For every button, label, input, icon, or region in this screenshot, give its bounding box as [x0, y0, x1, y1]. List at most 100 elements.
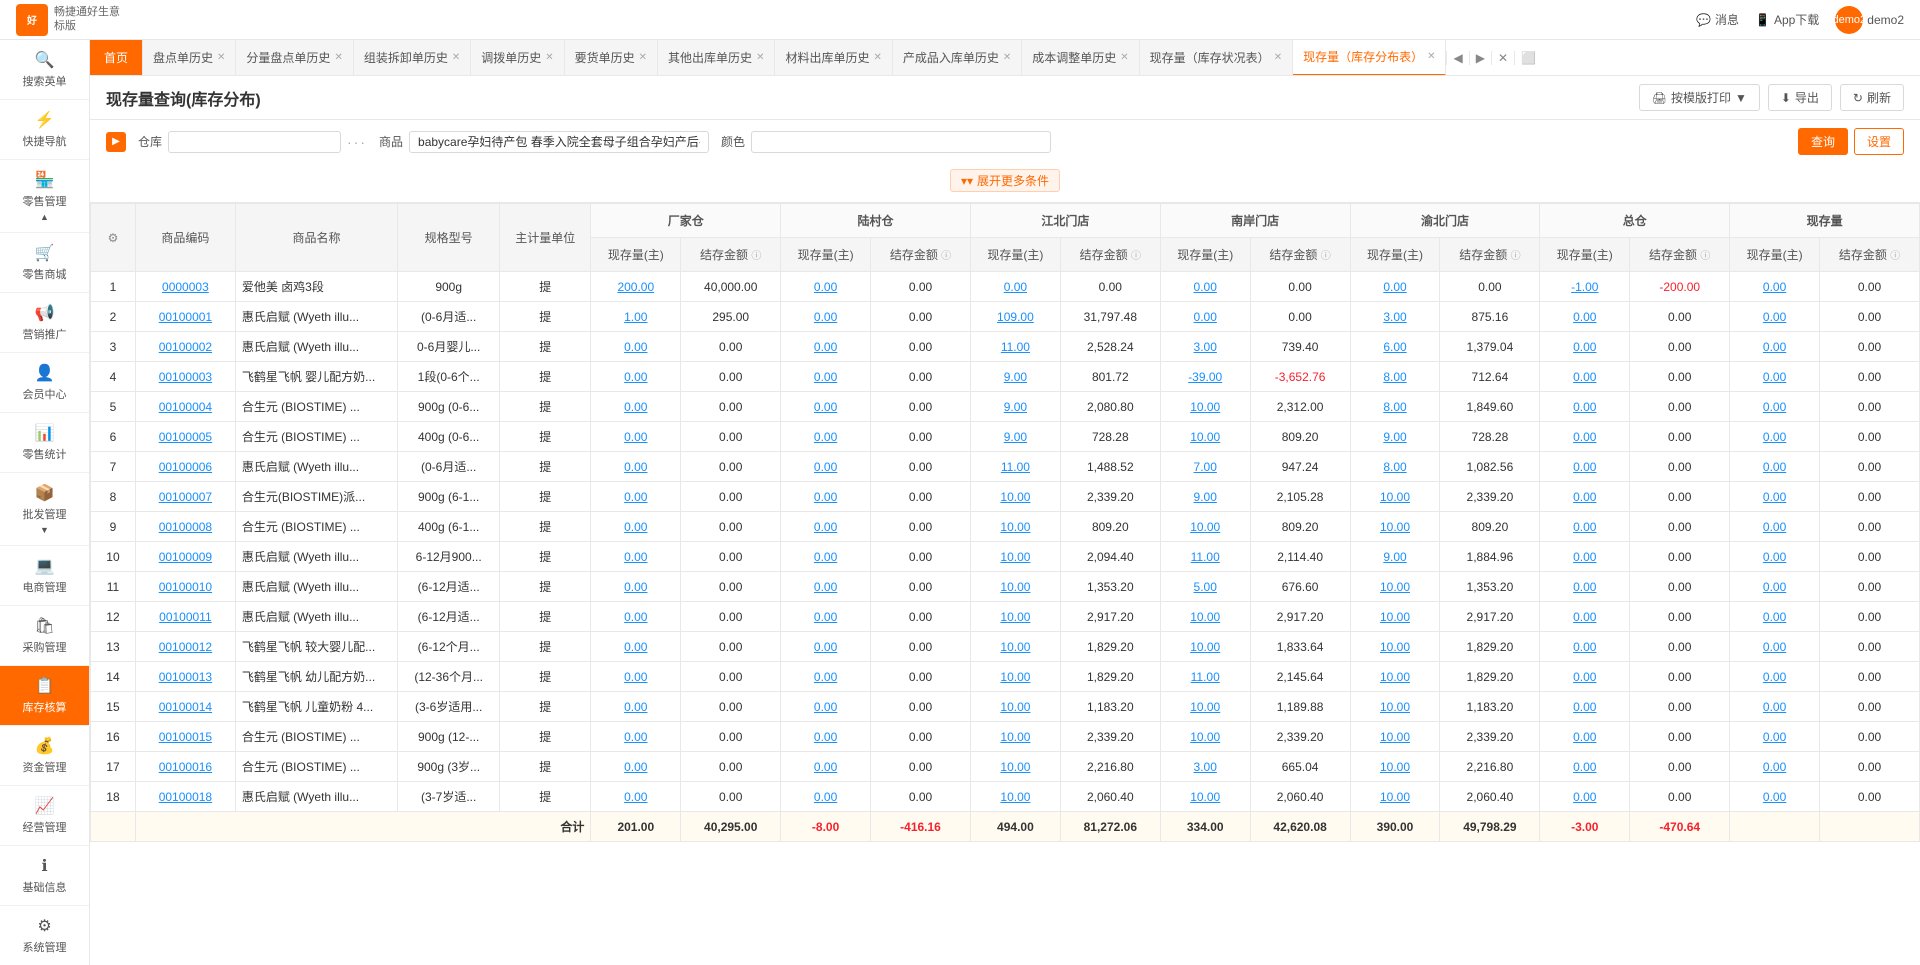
row-zc-qty[interactable]: -1.00 [1540, 272, 1630, 302]
sidebar-item-retail-mall[interactable]: 🛒 零售商城 [0, 233, 89, 293]
row-fj-qty[interactable]: 0.00 [591, 332, 681, 362]
row-code[interactable]: 00100012 [135, 632, 235, 662]
tab-cost-adjustment[interactable]: 成本调整单历史 ✕ [1022, 40, 1139, 76]
row-fj-qty[interactable]: 0.00 [591, 422, 681, 452]
row-na-qty[interactable]: 0.00 [1160, 272, 1250, 302]
sidebar-item-purchase[interactable]: 🛍 采购管理 [0, 606, 89, 666]
sidebar-item-system[interactable]: ⚙ 系统管理 [0, 906, 89, 965]
close-icon[interactable]: ✕ [452, 52, 460, 63]
row-code[interactable]: 00100016 [135, 752, 235, 782]
row-yb-qty[interactable]: 8.00 [1350, 362, 1440, 392]
row-extra-qty[interactable]: 0.00 [1730, 452, 1820, 482]
row-fj-qty[interactable]: 0.00 [591, 392, 681, 422]
row-na-qty[interactable]: 3.00 [1160, 752, 1250, 782]
row-zc-qty[interactable]: 0.00 [1540, 662, 1630, 692]
row-jb-qty[interactable]: 9.00 [970, 392, 1060, 422]
row-yb-qty[interactable]: 10.00 [1350, 692, 1440, 722]
row-code[interactable]: 00100014 [135, 692, 235, 722]
app-download-btn[interactable]: 📱 App下载 [1755, 11, 1819, 28]
row-extra-qty[interactable]: 0.00 [1730, 662, 1820, 692]
row-code[interactable]: 00100011 [135, 602, 235, 632]
row-fj-qty[interactable]: 0.00 [591, 512, 681, 542]
row-zc-qty[interactable]: 0.00 [1540, 512, 1630, 542]
row-lc-qty[interactable]: 0.00 [781, 482, 871, 512]
tab-stock-distribution[interactable]: 现存量（库存分布表） ✕ [1293, 40, 1446, 76]
row-code[interactable]: 00100007 [135, 482, 235, 512]
row-fj-qty[interactable]: 0.00 [591, 692, 681, 722]
row-lc-qty[interactable]: 0.00 [781, 752, 871, 782]
row-lc-qty[interactable]: 0.00 [781, 662, 871, 692]
row-lc-qty[interactable]: 0.00 [781, 542, 871, 572]
row-jb-qty[interactable]: 10.00 [970, 482, 1060, 512]
row-jb-qty[interactable]: 10.00 [970, 512, 1060, 542]
tab-requisition-history[interactable]: 要货单历史 ✕ [565, 40, 658, 76]
row-na-qty[interactable]: 10.00 [1160, 512, 1250, 542]
row-lc-qty[interactable]: 0.00 [781, 392, 871, 422]
row-na-qty[interactable]: 10.00 [1160, 722, 1250, 752]
row-fj-qty[interactable]: 0.00 [591, 752, 681, 782]
row-zc-qty[interactable]: 0.00 [1540, 422, 1630, 452]
row-lc-qty[interactable]: 0.00 [781, 422, 871, 452]
row-extra-qty[interactable]: 0.00 [1730, 422, 1820, 452]
row-jb-qty[interactable]: 9.00 [970, 422, 1060, 452]
row-fj-qty[interactable]: 200.00 [591, 272, 681, 302]
row-na-qty[interactable]: 10.00 [1160, 602, 1250, 632]
row-na-qty[interactable]: 10.00 [1160, 422, 1250, 452]
tab-material-outbound[interactable]: 材料出库单历史 ✕ [775, 40, 892, 76]
row-lc-qty[interactable]: 0.00 [781, 272, 871, 302]
tab-outbound-history[interactable]: 其他出库单历史 ✕ [658, 40, 775, 76]
row-jb-qty[interactable]: 11.00 [970, 332, 1060, 362]
row-extra-qty[interactable]: 0.00 [1730, 692, 1820, 722]
row-fj-qty[interactable]: 0.00 [591, 722, 681, 752]
row-yb-qty[interactable]: 10.00 [1350, 782, 1440, 812]
warehouse-input[interactable] [168, 131, 341, 153]
row-code[interactable]: 00100004 [135, 392, 235, 422]
tab-inventory-history[interactable]: 盘点单历史 ✕ [143, 40, 236, 76]
row-lc-qty[interactable]: 0.00 [781, 572, 871, 602]
row-yb-qty[interactable]: 10.00 [1350, 602, 1440, 632]
row-lc-qty[interactable]: 0.00 [781, 362, 871, 392]
row-zc-qty[interactable]: 0.00 [1540, 542, 1630, 572]
row-code[interactable]: 00100018 [135, 782, 235, 812]
row-fj-qty[interactable]: 0.00 [591, 572, 681, 602]
row-extra-qty[interactable]: 0.00 [1730, 272, 1820, 302]
messages-btn[interactable]: 💬 消息 [1696, 11, 1739, 28]
close-icon[interactable]: ✕ [873, 52, 881, 63]
close-icon[interactable]: ✕ [639, 52, 647, 63]
tab-split-history[interactable]: 分量盘点单历史 ✕ [236, 40, 353, 76]
sidebar-item-basic-info[interactable]: ℹ 基础信息 [0, 846, 89, 906]
row-jb-qty[interactable]: 10.00 [970, 752, 1060, 782]
row-na-qty[interactable]: 3.00 [1160, 332, 1250, 362]
row-code[interactable]: 00100009 [135, 542, 235, 572]
row-code[interactable]: 00100015 [135, 722, 235, 752]
row-extra-qty[interactable]: 0.00 [1730, 602, 1820, 632]
row-code[interactable]: 00100003 [135, 362, 235, 392]
settings-btn[interactable]: 设置 [1854, 128, 1904, 155]
row-lc-qty[interactable]: 0.00 [781, 452, 871, 482]
row-lc-qty[interactable]: 0.00 [781, 602, 871, 632]
user-avatar[interactable]: demo2 demo2 [1835, 6, 1904, 34]
row-jb-qty[interactable]: 10.00 [970, 722, 1060, 752]
row-lc-qty[interactable]: 0.00 [781, 512, 871, 542]
row-extra-qty[interactable]: 0.00 [1730, 362, 1820, 392]
nav-close-all[interactable]: ✕ [1491, 51, 1514, 65]
row-yb-qty[interactable]: 0.00 [1350, 272, 1440, 302]
close-icon[interactable]: ✕ [334, 52, 342, 63]
row-zc-qty[interactable]: 0.00 [1540, 482, 1630, 512]
row-yb-qty[interactable]: 9.00 [1350, 542, 1440, 572]
row-jb-qty[interactable]: 9.00 [970, 362, 1060, 392]
row-na-qty[interactable]: 10.00 [1160, 782, 1250, 812]
row-yb-qty[interactable]: 3.00 [1350, 302, 1440, 332]
row-na-qty[interactable]: 11.00 [1160, 542, 1250, 572]
row-lc-qty[interactable]: 0.00 [781, 722, 871, 752]
row-fj-qty[interactable]: 0.00 [591, 452, 681, 482]
sidebar-item-retail-mgmt[interactable]: 🏪 零售管理 ▲ [0, 160, 89, 233]
sidebar-item-search[interactable]: 🔍 搜索英单 [0, 40, 89, 100]
tab-home[interactable]: 首页 [90, 40, 143, 76]
row-extra-qty[interactable]: 0.00 [1730, 572, 1820, 602]
close-icon[interactable]: ✕ [217, 52, 225, 63]
row-fj-qty[interactable]: 0.00 [591, 542, 681, 572]
row-extra-qty[interactable]: 0.00 [1730, 632, 1820, 662]
sidebar-item-retail-stats[interactable]: 📊 零售统计 [0, 413, 89, 473]
row-zc-qty[interactable]: 0.00 [1540, 332, 1630, 362]
